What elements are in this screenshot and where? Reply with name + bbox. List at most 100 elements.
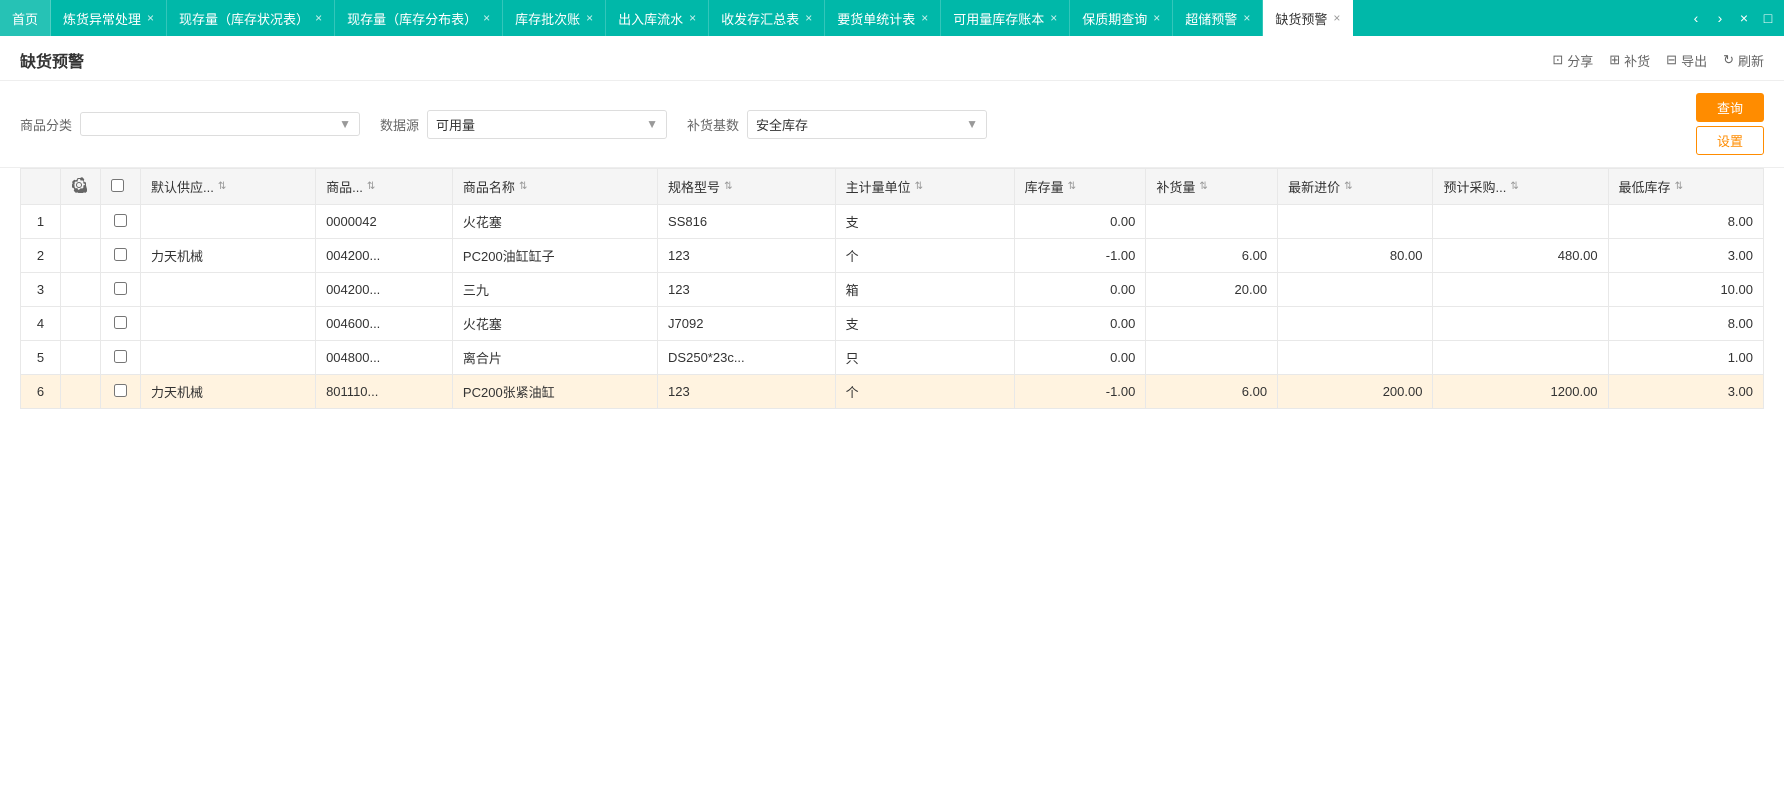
row-checkbox-cell-3[interactable]	[101, 307, 141, 341]
cell-goods-code-0: 0000042	[316, 205, 453, 239]
replenish-action[interactable]: ⊞ 补货	[1609, 51, 1650, 70]
row-checkbox-1[interactable]	[114, 248, 127, 261]
th-goods-code[interactable]: 商品... ⇅	[316, 169, 453, 205]
cell-spec-1: 123	[658, 239, 836, 273]
row-checkbox-0[interactable]	[114, 214, 127, 227]
th-supplier[interactable]: 默认供应... ⇅	[141, 169, 316, 205]
category-select[interactable]: ▼	[80, 112, 360, 136]
cell-min-stock-2: 10.00	[1608, 273, 1763, 307]
cell-spec-5: 123	[658, 375, 836, 409]
tab-abnormal[interactable]: 炼货异常处理×	[51, 0, 167, 36]
replenish-icon: ⊞	[1609, 52, 1620, 68]
tab-overstock[interactable]: 超储预警×	[1173, 0, 1263, 36]
th-min-stock[interactable]: 最低库存 ⇅	[1608, 169, 1763, 205]
tab-label-inout-flow: 出入库流水	[618, 9, 683, 28]
select-all-checkbox[interactable]	[111, 179, 124, 192]
tab-home[interactable]: 首页	[0, 0, 51, 36]
tab-inventory-dist[interactable]: 现存量（库存分布表）×	[335, 0, 503, 36]
cell-latest-price-4	[1278, 341, 1433, 375]
base-select[interactable]: 安全库存 ▼	[747, 110, 987, 139]
row-checkbox-cell-0[interactable]	[101, 205, 141, 239]
export-action[interactable]: ⊟ 导出	[1666, 51, 1707, 70]
tab-close-batch-account[interactable]: ×	[586, 11, 593, 25]
tab-batch-account[interactable]: 库存批次账 ×	[503, 0, 606, 36]
cell-spec-0: SS816	[658, 205, 836, 239]
tab-close-inventory-dist[interactable]: ×	[483, 11, 490, 25]
tab-close-available-ledger[interactable]: ×	[1050, 11, 1057, 25]
tab-bar: 首页炼货异常处理×现存量（库存状况表）×现存量（库存分布表）×库存批次账×出入库…	[0, 0, 1784, 36]
cell-goods-name-4: 离合片	[452, 341, 657, 375]
close-window-button[interactable]: ×	[1732, 6, 1756, 30]
tab-next-button[interactable]: ›	[1708, 6, 1732, 30]
th-gear	[61, 169, 101, 205]
row-checkbox-cell-1[interactable]	[101, 239, 141, 273]
th-row-num	[21, 169, 61, 205]
cell-replenish-0	[1146, 205, 1278, 239]
cell-replenish-2: 20.00	[1146, 273, 1278, 307]
tab-demand-stat[interactable]: 要货单统计表×	[825, 0, 941, 36]
tab-shortage[interactable]: 缺货预警 ×	[1263, 0, 1353, 36]
base-filter-group: 补货基数 安全库存 ▼	[687, 110, 987, 139]
row-checkbox-cell-2[interactable]	[101, 273, 141, 307]
tab-close-abnormal[interactable]: ×	[147, 11, 154, 25]
row-checkbox-3[interactable]	[114, 316, 127, 329]
settings-button[interactable]: 设置	[1696, 126, 1764, 155]
row-checkbox-2[interactable]	[114, 282, 127, 295]
row-gear-2	[61, 273, 101, 307]
table-row: 2 力天机械 004200... PC200油缸缸子 123 个 -1.00 6…	[21, 239, 1764, 273]
cell-est-purchase-5: 1200.00	[1433, 375, 1608, 409]
query-button[interactable]: 查询	[1696, 93, 1764, 122]
tab-close-inout-flow[interactable]: ×	[689, 11, 696, 25]
tab-close-collect-summary[interactable]: ×	[805, 11, 812, 25]
cell-supplier-3	[141, 307, 316, 341]
cell-min-stock-0: 8.00	[1608, 205, 1763, 239]
cell-est-purchase-2	[1433, 273, 1608, 307]
row-num-1: 2	[21, 239, 61, 273]
latest-price-sort-icon: ⇅	[1344, 181, 1352, 192]
tab-close-demand-stat[interactable]: ×	[921, 11, 928, 25]
data-table: 默认供应... ⇅ 商品... ⇅ 商品名称 ⇅	[20, 168, 1764, 409]
tab-inventory-status[interactable]: 现存量（库存状况表）×	[167, 0, 335, 36]
th-unit[interactable]: 主计量单位 ⇅	[835, 169, 1014, 205]
datasource-select[interactable]: 可用量 ▼	[427, 110, 667, 139]
header-actions: ⊡ 分享 ⊞ 补货 ⊟ 导出 ↻ 刷新	[1552, 51, 1764, 70]
cell-unit-2: 箱	[835, 273, 1014, 307]
th-checkbox[interactable]	[101, 169, 141, 205]
datasource-select-value: 可用量	[436, 115, 638, 134]
replenish-label: 补货	[1624, 51, 1650, 70]
th-est-purchase[interactable]: 预计采购... ⇅	[1433, 169, 1608, 205]
th-replenish[interactable]: 补货量 ⇅	[1146, 169, 1278, 205]
cell-latest-price-0	[1278, 205, 1433, 239]
tab-expiry[interactable]: 保质期查询 ×	[1070, 0, 1173, 36]
share-action[interactable]: ⊡ 分享	[1552, 51, 1593, 70]
tab-available-ledger[interactable]: 可用量库存账本×	[941, 0, 1070, 36]
row-gear-5	[61, 375, 101, 409]
row-checkbox-cell-5[interactable]	[101, 375, 141, 409]
tab-label-batch-account: 库存批次账	[515, 9, 580, 28]
tab-close-overstock[interactable]: ×	[1243, 11, 1250, 25]
tab-prev-button[interactable]: ‹	[1684, 6, 1708, 30]
tab-label-expiry: 保质期查询	[1082, 9, 1147, 28]
th-spec[interactable]: 规格型号 ⇅	[658, 169, 836, 205]
row-checkbox-4[interactable]	[114, 350, 127, 363]
tab-close-expiry[interactable]: ×	[1153, 11, 1160, 25]
tab-close-shortage[interactable]: ×	[1333, 11, 1340, 25]
row-gear-4	[61, 341, 101, 375]
gear-icon[interactable]	[71, 177, 87, 193]
tab-label-shortage: 缺货预警	[1275, 9, 1327, 28]
th-goods-name[interactable]: 商品名称 ⇅	[452, 169, 657, 205]
maximize-button[interactable]: □	[1756, 6, 1780, 30]
cell-supplier-4	[141, 341, 316, 375]
th-latest-price[interactable]: 最新进价 ⇅	[1278, 169, 1433, 205]
datasource-label: 数据源	[380, 115, 419, 134]
row-num-4: 5	[21, 341, 61, 375]
row-checkbox-5[interactable]	[114, 384, 127, 397]
tab-inout-flow[interactable]: 出入库流水 ×	[606, 0, 709, 36]
tab-close-inventory-status[interactable]: ×	[315, 11, 322, 25]
cell-latest-price-5: 200.00	[1278, 375, 1433, 409]
refresh-action[interactable]: ↻ 刷新	[1723, 51, 1764, 70]
tab-collect-summary[interactable]: 收发存汇总表×	[709, 0, 825, 36]
cell-latest-price-2	[1278, 273, 1433, 307]
row-checkbox-cell-4[interactable]	[101, 341, 141, 375]
th-stock[interactable]: 库存量 ⇅	[1014, 169, 1146, 205]
